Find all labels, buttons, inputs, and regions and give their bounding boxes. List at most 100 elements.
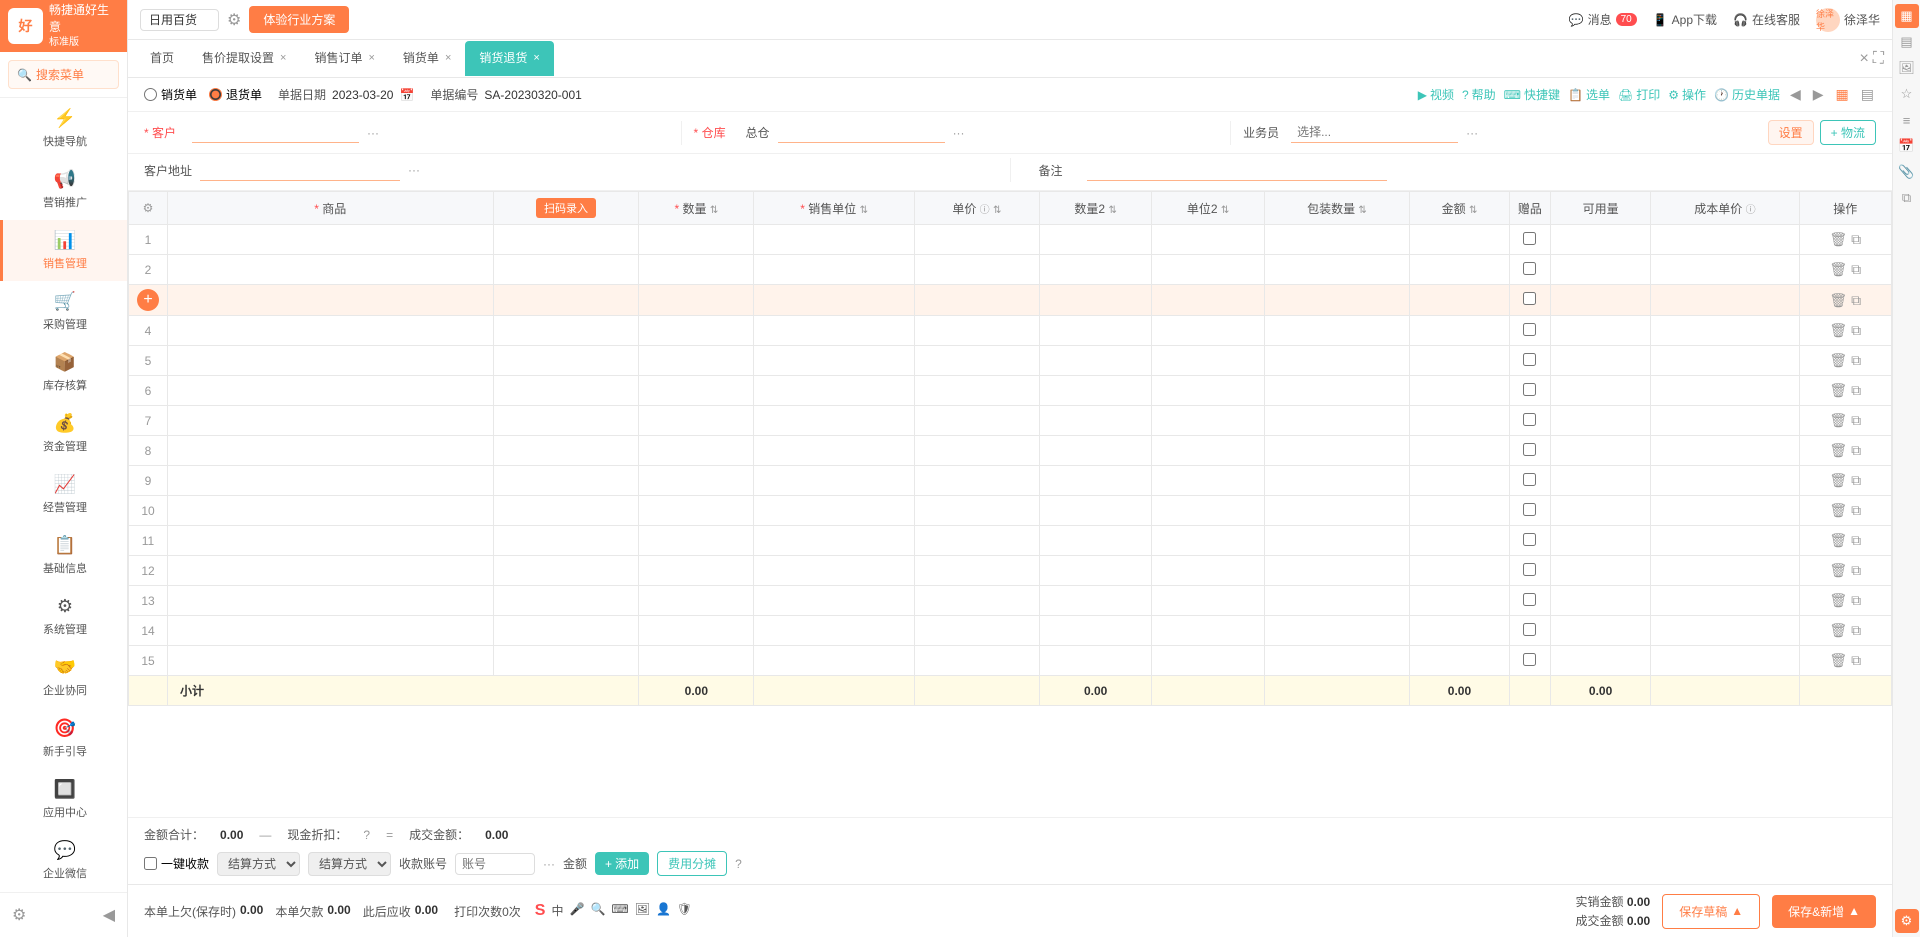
copy-row-btn[interactable]: ⧉ [1851,322,1861,339]
table-gear-icon[interactable]: ⚙ [143,201,154,215]
delete-row-btn[interactable]: 🗑 [1829,382,1847,399]
gift-checkbox[interactable] [1523,623,1536,636]
unit2-sort-icon[interactable]: ⇅ [1221,205,1229,216]
salesperson-more-btn[interactable]: ··· [1466,126,1478,140]
sale-unit-cell[interactable] [754,255,914,285]
taskbar-icon-shield[interactable]: 🛡 [677,902,692,920]
unit-price-cell[interactable] [914,255,1039,285]
sidebar-item-weixin[interactable]: 💬 企业微信 [0,830,127,891]
add-payment-btn[interactable]: + 添加 [595,852,649,875]
taskbar-icon-user[interactable]: 👤 [656,902,671,920]
unit2-cell-active[interactable] [1152,285,1264,316]
sidebar-item-purchase[interactable]: 🛒 采购管理 [0,281,127,342]
delete-row-btn[interactable]: 🗑 [1829,502,1847,519]
delete-row-btn[interactable]: 🗑 [1829,652,1847,669]
amount-cell-active[interactable] [1410,285,1510,316]
qty2-cell-active[interactable] [1039,285,1151,316]
tab-home[interactable]: 首页 [136,41,188,76]
delete-row-btn[interactable]: 🗑 [1829,562,1847,579]
tab-sale-return[interactable]: 销货退货 × [465,41,553,76]
action-print[interactable]: 🖨 打印 [1618,86,1660,103]
product-cell-active[interactable] [168,285,494,316]
search-menu-button[interactable]: 🔍 搜索菜单 [8,60,119,89]
unit2-cell[interactable] [1152,225,1264,255]
delete-row-btn[interactable]: 🗑 [1829,532,1847,549]
delete-row-btn[interactable]: 🗑 [1829,412,1847,429]
pkg-qty-cell[interactable] [1264,255,1409,285]
customer-more-btn[interactable]: ··· [367,126,379,140]
grid-view-btn[interactable]: ▦ [1836,86,1849,103]
copy-row-btn[interactable]: ⧉ [1851,652,1861,669]
action-video[interactable]: ▶ 视频 [1418,86,1454,103]
settle-method-select[interactable]: 结算方式 [217,852,300,876]
sale-unit-cell-active[interactable] [754,285,914,316]
gift-checkbox[interactable] [1523,232,1536,245]
scan-input-btn[interactable]: 扫码录入 [536,198,596,218]
address-input[interactable] [200,160,400,181]
user-profile-btn[interactable]: 徐泽华 徐泽华 [1816,8,1880,32]
delete-row-btn[interactable]: 🗑 [1829,622,1847,639]
tab-close-sale-delivery[interactable]: × [445,52,451,64]
close-all-tabs-btn[interactable]: × [1859,50,1868,68]
taskbar-icon-mid[interactable]: 中 [551,902,563,920]
collapse-btn[interactable]: ◀ [99,901,119,929]
amount-cell[interactable] [1410,255,1510,285]
add-row-inline-btn[interactable]: + [137,289,159,311]
unit-price-cell-active[interactable] [914,285,1039,316]
right-mini-calendar-btn[interactable]: 📅 [1895,134,1919,158]
delete-row-btn[interactable]: 🗑 [1829,231,1847,248]
copy-row-btn[interactable]: ⧉ [1851,592,1861,609]
sidebar-item-inventory[interactable]: 📦 库存核算 [0,342,127,403]
account-input[interactable] [455,853,535,875]
gear-icon[interactable]: ⚙ [227,10,241,30]
sidebar-item-finance[interactable]: 💰 资金管理 [0,403,127,464]
tab-sale-delivery[interactable]: 销货单 × [389,41,465,76]
gift-checkbox[interactable] [1523,262,1536,275]
customer-input[interactable] [192,122,359,143]
delete-row-btn[interactable]: 🗑 [1829,292,1847,309]
warehouse-input[interactable] [778,122,945,143]
gift-checkbox[interactable] [1523,323,1536,336]
sidebar-item-enterprise[interactable]: 🤝 企业协同 [0,647,127,708]
unit-price-info-icon[interactable]: ⓘ [980,205,990,216]
list-view-btn[interactable]: ▤ [1861,86,1874,103]
gift-checkbox-active[interactable] [1523,292,1536,305]
qty-cell[interactable] [639,225,754,255]
cost-price-info-icon[interactable]: ⓘ [1746,205,1756,216]
sale-unit-sort-icon[interactable]: ⇅ [860,205,868,216]
product-cell[interactable] [168,255,494,285]
sidebar-item-sales[interactable]: 📊 销售管理 [0,220,127,281]
copy-row-btn[interactable]: ⧉ [1851,442,1861,459]
one-click-collect-checkbox[interactable]: 一键收款 [144,855,209,872]
copy-row-btn[interactable]: ⧉ [1851,532,1861,549]
sidebar-item-shortcuts[interactable]: ⚡ 快捷导航 [0,98,127,159]
save-new-btn[interactable]: 保存&新增 ▲ [1772,895,1876,928]
sidebar-item-apps[interactable]: 🔲 应用中心 [0,769,127,830]
copy-row-btn[interactable]: ⧉ [1851,412,1861,429]
copy-row-btn[interactable]: ⧉ [1851,502,1861,519]
unit-price-sort-icon[interactable]: ⇅ [993,205,1001,216]
delete-row-btn[interactable]: 🗑 [1829,261,1847,278]
gift-checkbox[interactable] [1523,563,1536,576]
settings-btn[interactable]: 设置 [1768,120,1814,145]
delete-row-btn[interactable]: 🗑 [1829,352,1847,369]
qty-sort-icon[interactable]: ⇅ [710,205,718,216]
online-service-btn[interactable]: 🎧 在线客服 [1733,11,1800,28]
action-shortcut[interactable]: ⌨ 快捷键 [1504,86,1560,103]
copy-row-btn[interactable]: ⧉ [1851,261,1861,278]
unit-price-cell[interactable] [914,225,1039,255]
feiyong-btn[interactable]: 费用分摊 [657,851,727,876]
delete-row-btn[interactable]: 🗑 [1829,442,1847,459]
right-mini-orange-btn[interactable]: ⚙ [1895,909,1919,933]
one-click-collect-input[interactable] [144,857,157,870]
gift-checkbox[interactable] [1523,653,1536,666]
tab-sale-order[interactable]: 销售订单 × [300,41,388,76]
expand-tabs-btn[interactable]: ⛶ [1873,50,1884,68]
tab-close-sale-price[interactable]: × [280,52,286,64]
message-btn[interactable]: 💬 消息 70 [1569,11,1637,28]
amount-sort-icon[interactable]: ⇅ [1469,205,1477,216]
delete-row-btn[interactable]: 🗑 [1829,322,1847,339]
radio-sale-delivery[interactable]: 销货单 [144,86,197,103]
sidebar-item-system[interactable]: ⚙ 系统管理 [0,586,127,647]
tab-sale-price[interactable]: 售价提取设置 × [188,41,300,76]
